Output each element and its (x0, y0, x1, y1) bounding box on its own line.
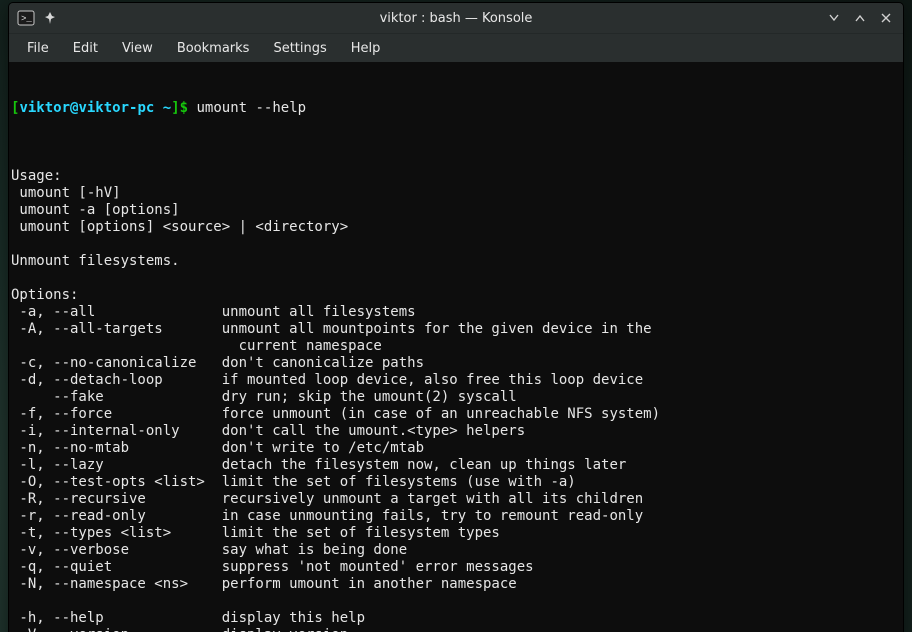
command-text: umount --help (197, 100, 307, 116)
output-line: -R, --recursive recursively unmount a ta… (9, 491, 903, 508)
output-line: -t, --types <list> limit the set of file… (9, 525, 903, 542)
output-line: Unmount filesystems. (9, 253, 903, 270)
desktop: >_ viktor : bash — Konsole (0, 0, 912, 632)
output-line (9, 151, 903, 168)
output-line: -r, --read-only in case unmounting fails… (9, 508, 903, 525)
output-line: -h, --help display this help (9, 610, 903, 627)
menubar: File Edit View Bookmarks Settings Help (9, 33, 903, 62)
menu-view[interactable]: View (112, 37, 163, 60)
prompt-symbol: $ (180, 100, 188, 116)
output-line: -f, --force force unmount (in case of an… (9, 406, 903, 423)
output-line: -N, --namespace <ns> perform umount in a… (9, 576, 903, 593)
titlebar[interactable]: >_ viktor : bash — Konsole (9, 3, 903, 33)
output-line: -i, --internal-only don't call the umoun… (9, 423, 903, 440)
svg-text:>_: >_ (21, 14, 32, 24)
maximize-icon (854, 12, 866, 24)
output-line: umount [options] <source> | <directory> (9, 219, 903, 236)
output-line (9, 236, 903, 253)
menu-help[interactable]: Help (341, 37, 391, 60)
close-button[interactable] (875, 7, 897, 29)
terminal-body[interactable]: [viktor@viktor-pc ~]$ umount --help Usag… (9, 62, 903, 632)
prompt-path: ~ (163, 100, 171, 116)
output-line: -d, --detach-loop if mounted loop device… (9, 372, 903, 389)
minimize-button[interactable] (823, 7, 845, 29)
prompt-line-1: [viktor@viktor-pc ~]$ umount --help (9, 100, 903, 117)
output-line: -a, --all unmount all filesystems (9, 304, 903, 321)
output-line: --fake dry run; skip the umount(2) sysca… (9, 389, 903, 406)
terminal-icon: >_ (17, 9, 35, 27)
output-line: -c, --no-canonicalize don't canonicalize… (9, 355, 903, 372)
output-line: -O, --test-opts <list> limit the set of … (9, 474, 903, 491)
output-line: current namespace (9, 338, 903, 355)
output-line (9, 593, 903, 610)
output-line: -A, --all-targets unmount all mountpoint… (9, 321, 903, 338)
output-line (9, 270, 903, 287)
output-line: Options: (9, 287, 903, 304)
minimize-icon (828, 12, 840, 24)
output-line: Usage: (9, 168, 903, 185)
window-title: viktor : bash — Konsole (9, 11, 903, 26)
menu-bookmarks[interactable]: Bookmarks (167, 37, 260, 60)
menu-file[interactable]: File (17, 37, 59, 60)
output-line: -q, --quiet suppress 'not mounted' error… (9, 559, 903, 576)
output-line: -V, --version display version (9, 627, 903, 632)
command-output: Usage: umount [-hV] umount -a [options] … (9, 151, 903, 632)
prompt-space (154, 100, 162, 116)
prompt-close: ] (171, 100, 179, 116)
close-icon (880, 12, 892, 24)
output-line: -v, --verbose say what is being done (9, 542, 903, 559)
prompt-user: viktor (19, 100, 70, 116)
pin-icon[interactable] (43, 11, 57, 25)
menu-edit[interactable]: Edit (63, 37, 108, 60)
maximize-button[interactable] (849, 7, 871, 29)
output-line: -n, --no-mtab don't write to /etc/mtab (9, 440, 903, 457)
konsole-window: >_ viktor : bash — Konsole (8, 2, 904, 632)
output-line: umount [-hV] (9, 185, 903, 202)
prompt-host: viktor-pc (78, 100, 154, 116)
output-line: umount -a [options] (9, 202, 903, 219)
output-line: -l, --lazy detach the filesystem now, cl… (9, 457, 903, 474)
menu-settings[interactable]: Settings (263, 37, 336, 60)
